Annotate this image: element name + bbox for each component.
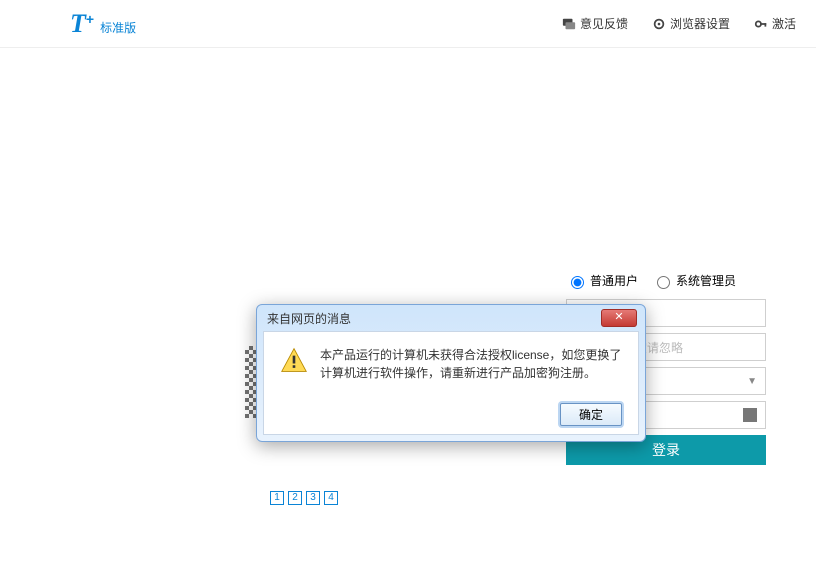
pager-4[interactable]: 4 [324, 491, 338, 505]
pager-1[interactable]: 1 [270, 491, 284, 505]
alert-dialog: 来自网页的消息 ✕ 本产品运行的计算机未获得合法授权license，如您更换了计… [256, 304, 646, 442]
dialog-body: 本产品运行的计算机未获得合法授权license，如您更换了计算机进行软件操作，请… [263, 331, 639, 435]
carousel-pager: 1 2 3 4 [270, 491, 338, 505]
feedback-label: 意见反馈 [580, 15, 628, 32]
role-normal-radio[interactable] [571, 276, 584, 289]
dialog-ok-button[interactable]: 确定 [560, 403, 622, 426]
role-normal-user[interactable]: 普通用户 [566, 272, 638, 289]
role-row: 普通用户 系统管理员 [566, 272, 766, 289]
chevron-down-icon: ▼ [747, 376, 757, 387]
role-normal-label: 普通用户 [590, 272, 638, 289]
gear-icon [652, 17, 666, 31]
dialog-message-text: 本产品运行的计算机未获得合法授权license，如您更换了计算机进行软件操作，请… [320, 346, 622, 382]
app-header: T + 标准版 意见反馈 浏览器设置 激活 [0, 0, 816, 48]
activate-link[interactable]: 激活 [754, 15, 796, 32]
dialog-message-row: 本产品运行的计算机未获得合法授权license，如您更换了计算机进行软件操作，请… [280, 346, 622, 382]
logo: T + 标准版 [70, 9, 136, 39]
key-icon [754, 17, 768, 31]
role-system-admin[interactable]: 系统管理员 [652, 272, 736, 289]
pager-2[interactable]: 2 [288, 491, 302, 505]
pager-3[interactable]: 3 [306, 491, 320, 505]
dialog-actions: 确定 [280, 403, 622, 426]
header-links: 意见反馈 浏览器设置 激活 [562, 15, 796, 32]
browser-label: 浏览器设置 [670, 15, 730, 32]
logo-plus: + [86, 11, 94, 27]
close-icon: ✕ [614, 311, 623, 323]
calendar-icon [743, 408, 757, 422]
logo-edition: 标准版 [100, 19, 136, 36]
browser-settings-link[interactable]: 浏览器设置 [652, 15, 730, 32]
warning-icon [280, 346, 308, 374]
role-admin-radio[interactable] [657, 276, 670, 289]
role-admin-label: 系统管理员 [676, 272, 736, 289]
dialog-close-button[interactable]: ✕ [601, 309, 637, 327]
feedback-link[interactable]: 意见反馈 [562, 15, 628, 32]
activate-label: 激活 [772, 15, 796, 32]
chat-icon [562, 17, 576, 31]
logo-t: T [70, 9, 85, 39]
dialog-title-text: 来自网页的消息 [267, 310, 351, 327]
dialog-titlebar: 来自网页的消息 ✕ [257, 305, 645, 327]
